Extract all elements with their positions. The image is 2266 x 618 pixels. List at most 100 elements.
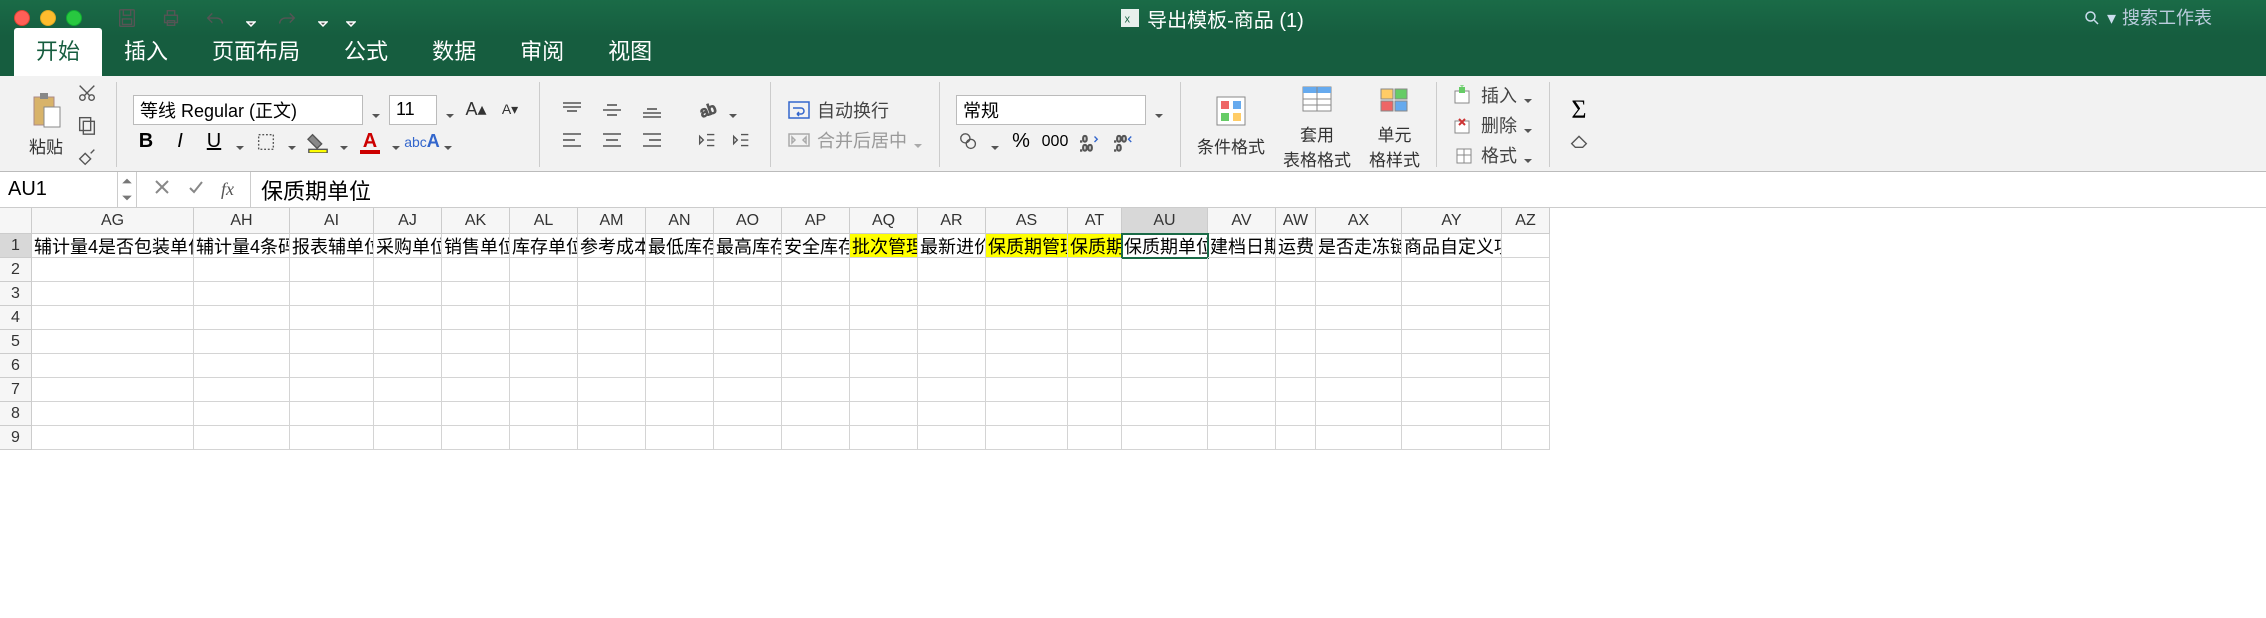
cell-AN3[interactable] (646, 282, 714, 306)
cell-AG6[interactable] (32, 354, 194, 378)
cell-AT1[interactable]: 保质期 (1068, 234, 1122, 258)
fx-icon[interactable]: fx (221, 179, 234, 200)
cell-AJ1[interactable]: 采购单位 (374, 234, 442, 258)
cell-AJ5[interactable] (374, 330, 442, 354)
cell-AK4[interactable] (442, 306, 510, 330)
currency-dropdown-icon[interactable] (990, 137, 1000, 147)
align-right-icon[interactable] (636, 127, 668, 153)
cell-AT5[interactable] (1068, 330, 1122, 354)
tab-review[interactable]: 审阅 (498, 28, 586, 76)
cell-AN8[interactable] (646, 402, 714, 426)
cell-AK5[interactable] (442, 330, 510, 354)
cancel-formula-icon[interactable] (153, 178, 171, 201)
italic-button[interactable]: I (167, 129, 193, 155)
cell-AL7[interactable] (510, 378, 578, 402)
cell-AU7[interactable] (1122, 378, 1208, 402)
cell-AT7[interactable] (1068, 378, 1122, 402)
decrease-font-icon[interactable]: A▾ (497, 97, 523, 123)
cell-AM1[interactable]: 参考成本 (578, 234, 646, 258)
autosum-icon[interactable]: Σ (1566, 97, 1592, 123)
cell-AH6[interactable] (194, 354, 290, 378)
cell-AU1[interactable]: 保质期单位 (1122, 234, 1208, 258)
cell-AR4[interactable] (918, 306, 986, 330)
name-box[interactable] (0, 172, 118, 207)
col-header-AM[interactable]: AM (578, 208, 646, 234)
cell-AX9[interactable] (1316, 426, 1402, 450)
cell-AT4[interactable] (1068, 306, 1122, 330)
cell-AU3[interactable] (1122, 282, 1208, 306)
cell-AO5[interactable] (714, 330, 782, 354)
cell-AP4[interactable] (782, 306, 850, 330)
cell-AW2[interactable] (1276, 258, 1316, 282)
orientation-icon[interactable]: ab (694, 97, 720, 123)
col-header-AH[interactable]: AH (194, 208, 290, 234)
col-header-AV[interactable]: AV (1208, 208, 1276, 234)
cell-AI2[interactable] (290, 258, 374, 282)
cell-AP8[interactable] (782, 402, 850, 426)
cell-AP1[interactable]: 安全库存 (782, 234, 850, 258)
cell-AH3[interactable] (194, 282, 290, 306)
font-color-icon[interactable]: A (357, 129, 383, 155)
cell-AK2[interactable] (442, 258, 510, 282)
cell-AV9[interactable] (1208, 426, 1276, 450)
cell-AS7[interactable] (986, 378, 1068, 402)
cell-AI5[interactable] (290, 330, 374, 354)
cell-AU5[interactable] (1122, 330, 1208, 354)
cell-AM9[interactable] (578, 426, 646, 450)
font-name-combo[interactable] (133, 95, 363, 125)
cell-AO8[interactable] (714, 402, 782, 426)
borders-icon[interactable] (253, 129, 279, 155)
col-header-AX[interactable]: AX (1316, 208, 1402, 234)
cell-AZ3[interactable] (1502, 282, 1550, 306)
cell-AV5[interactable] (1208, 330, 1276, 354)
cell-AW9[interactable] (1276, 426, 1316, 450)
cell-AP2[interactable] (782, 258, 850, 282)
cell-AS5[interactable] (986, 330, 1068, 354)
cell-AP6[interactable] (782, 354, 850, 378)
format-cells-dropdown-icon[interactable] (1523, 150, 1533, 160)
col-header-AY[interactable]: AY (1402, 208, 1502, 234)
increase-indent-icon[interactable] (728, 127, 754, 153)
cell-AN4[interactable] (646, 306, 714, 330)
col-header-AS[interactable]: AS (986, 208, 1068, 234)
cell-AG7[interactable] (32, 378, 194, 402)
cell-AI1[interactable]: 报表辅单位 (290, 234, 374, 258)
select-all-corner[interactable] (0, 208, 32, 234)
cell-AG4[interactable] (32, 306, 194, 330)
cell-AH2[interactable] (194, 258, 290, 282)
search-input[interactable] (2122, 8, 2252, 29)
cell-AQ2[interactable] (850, 258, 918, 282)
row-header-2[interactable]: 2 (0, 258, 32, 282)
cell-AO3[interactable] (714, 282, 782, 306)
borders-dropdown-icon[interactable] (287, 137, 297, 147)
cell-AY6[interactable] (1402, 354, 1502, 378)
cell-AO1[interactable]: 最高库存 (714, 234, 782, 258)
decrease-indent-icon[interactable] (694, 127, 720, 153)
formula-input[interactable] (251, 172, 2266, 207)
cell-AW5[interactable] (1276, 330, 1316, 354)
format-cells-button[interactable]: 格式 (1453, 142, 1533, 168)
fill-color-dropdown-icon[interactable] (339, 137, 349, 147)
font-size-combo[interactable] (389, 95, 437, 125)
cell-AJ4[interactable] (374, 306, 442, 330)
cell-AP7[interactable] (782, 378, 850, 402)
cell-AX2[interactable] (1316, 258, 1402, 282)
cell-AH5[interactable] (194, 330, 290, 354)
row-header-8[interactable]: 8 (0, 402, 32, 426)
cell-AS3[interactable] (986, 282, 1068, 306)
cell-AY9[interactable] (1402, 426, 1502, 450)
cell-AS6[interactable] (986, 354, 1068, 378)
row-header-4[interactable]: 4 (0, 306, 32, 330)
col-header-AG[interactable]: AG (32, 208, 194, 234)
cell-AN7[interactable] (646, 378, 714, 402)
cell-AV1[interactable]: 建档日期 (1208, 234, 1276, 258)
cut-icon[interactable] (74, 80, 100, 106)
delete-cells-button[interactable]: 删除 (1453, 112, 1533, 138)
col-header-AU[interactable]: AU (1122, 208, 1208, 234)
cell-AI3[interactable] (290, 282, 374, 306)
cell-AR2[interactable] (918, 258, 986, 282)
cell-AY4[interactable] (1402, 306, 1502, 330)
col-header-AO[interactable]: AO (714, 208, 782, 234)
cell-AU8[interactable] (1122, 402, 1208, 426)
cell-AZ9[interactable] (1502, 426, 1550, 450)
